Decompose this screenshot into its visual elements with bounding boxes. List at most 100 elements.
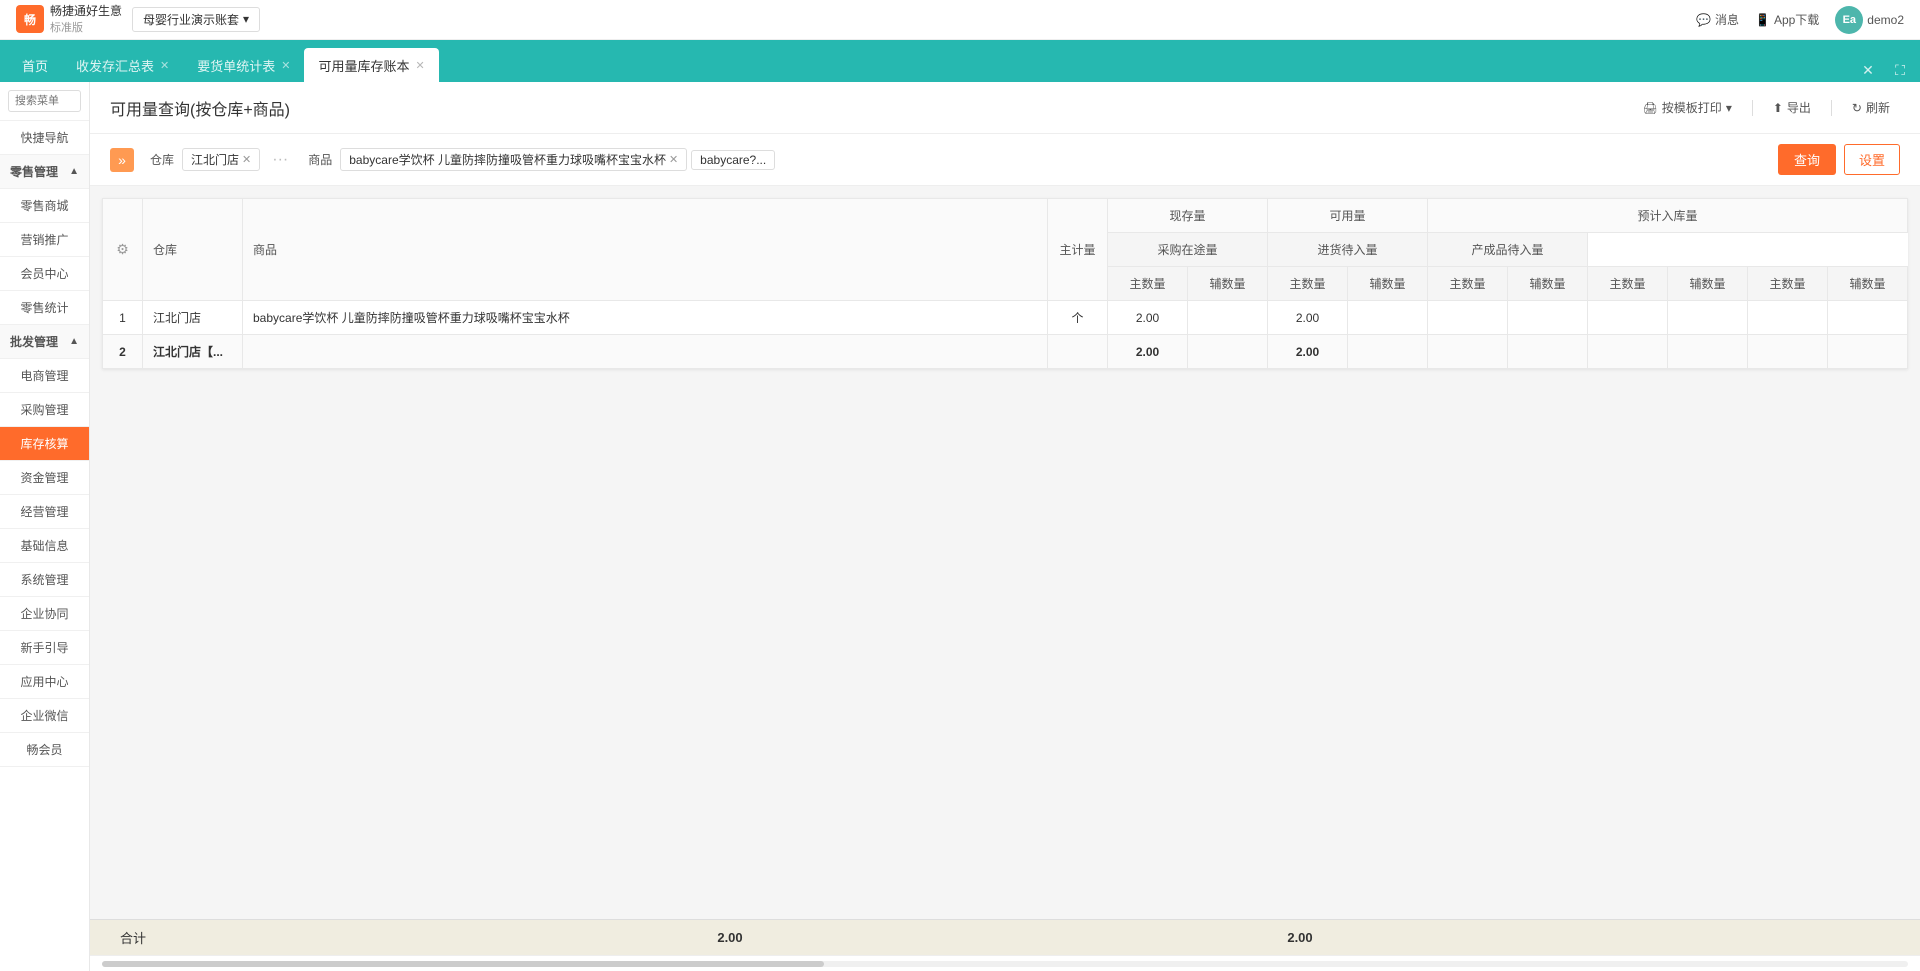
footer-stock-aux: [1180, 930, 1260, 945]
industry-label: 母婴行业演示账套: [143, 11, 239, 28]
th-pur-main: 主数量: [1428, 267, 1508, 301]
top-header: 畅 畅捷通好生意 标准版 母婴行业演示账套 ▾ 💬 消息 📱 App下载 Ea …: [0, 0, 1920, 40]
sidebar-item-quick-nav[interactable]: 快捷导航: [0, 121, 89, 155]
cell-avail-aux: [1348, 335, 1428, 369]
cell-warehouse: 江北门店【...: [143, 335, 243, 369]
product-label: 商品: [308, 151, 332, 168]
sidebar-item-member[interactable]: 畅会员: [0, 733, 89, 767]
tab-close-shoufacun[interactable]: ✕: [160, 59, 169, 72]
message-icon: 💬: [1696, 13, 1711, 27]
sidebar-item-retail-mall[interactable]: 零售商城: [0, 189, 89, 223]
footer-label: 合计: [110, 928, 280, 947]
chevron-up-icon: ▲: [69, 166, 79, 177]
warehouse-tag-jiangbei[interactable]: 江北门店 ✕: [182, 148, 260, 171]
th-settings: ⚙: [103, 199, 143, 301]
content-area: 可用量查询(按仓库+商品) 🖨 按模板打印 ▾ ⬆ 导出 ↻ 刷新: [90, 82, 1920, 971]
printer-icon: 🖨: [1643, 101, 1658, 115]
refresh-icon: ↻: [1852, 101, 1862, 115]
export-button[interactable]: ⬆ 导出: [1763, 94, 1821, 121]
tab-home[interactable]: 首页: [8, 48, 62, 82]
scroll-bar-row: [90, 955, 1920, 971]
footer-pur-aux: [1500, 930, 1580, 945]
product-tags: babycare学饮杯 儿童防摔防撞吸管杯重力球吸嘴杯宝宝水杯 ✕ babyca…: [340, 148, 775, 171]
sidebar-item-operations[interactable]: 经营管理: [0, 495, 89, 529]
export-icon: ⬆: [1773, 101, 1783, 115]
sidebar-item-newuser[interactable]: 新手引导: [0, 631, 89, 665]
cell-stock-aux: [1188, 335, 1268, 369]
sidebar-item-finance[interactable]: 资金管理: [0, 461, 89, 495]
nav-tabs: 首页 收发存汇总表 ✕ 要货单统计表 ✕ 可用量库存账本 ✕ ✕ ⛶: [0, 40, 1920, 82]
cell-stock-main: 2.00: [1108, 301, 1188, 335]
footer-fin-aux: [1820, 930, 1900, 945]
brand-subtitle: 标准版: [50, 19, 122, 35]
sidebar-section-retail[interactable]: 零售管理 ▲: [0, 155, 89, 189]
refresh-button[interactable]: ↻ 刷新: [1842, 94, 1900, 121]
remove-product-tag-1[interactable]: ✕: [669, 153, 678, 166]
cell-avail-main: 2.00: [1268, 335, 1348, 369]
divider-2: [1831, 100, 1832, 116]
sidebar-section-wholesale[interactable]: 批发管理 ▲: [0, 325, 89, 359]
tab-shoufacun[interactable]: 收发存汇总表 ✕: [62, 48, 183, 82]
page-header: 可用量查询(按仓库+商品) 🖨 按模板打印 ▾ ⬆ 导出 ↻ 刷新: [90, 82, 1920, 134]
cell-avail-main: 2.00: [1268, 301, 1348, 335]
th-incoming: 预计入库量: [1428, 199, 1908, 233]
th-stock-aux: 辅数量: [1188, 267, 1268, 301]
warehouse-filter: 仓库 江北门店 ✕ ···: [150, 148, 292, 171]
sidebar-search-input[interactable]: [8, 90, 81, 112]
sidebar-item-inventory[interactable]: 库存核算: [0, 427, 89, 461]
cell-fin-main: [1748, 335, 1828, 369]
product-tag-babycare[interactable]: babycare学饮杯 儿童防摔防撞吸管杯重力球吸嘴杯宝宝水杯 ✕: [340, 148, 687, 171]
cell-pur-main: [1428, 335, 1508, 369]
dropdown-icon: ▾: [243, 12, 249, 26]
settings-icon[interactable]: ⚙: [116, 241, 129, 257]
message-button[interactable]: 💬 消息: [1696, 11, 1739, 28]
sidebar-item-member-center[interactable]: 会员中心: [0, 257, 89, 291]
scroll-track[interactable]: [102, 961, 1908, 967]
close-nav-button[interactable]: ✕: [1856, 58, 1880, 82]
print-button[interactable]: 🖨 按模板打印 ▾: [1633, 94, 1742, 121]
filter-expand-button[interactable]: »: [110, 148, 134, 172]
sidebar-item-wechat[interactable]: 企业微信: [0, 699, 89, 733]
industry-selector[interactable]: 母婴行业演示账套 ▾: [132, 7, 260, 32]
header-left: 畅 畅捷通好生意 标准版 母婴行业演示账套 ▾: [16, 4, 260, 34]
cell-product: babycare学饮杯 儿童防摔防撞吸管杯重力球吸嘴杯宝宝水杯: [243, 301, 1048, 335]
data-table: ⚙ 仓库 商品 主计量 现存量 可用量 预计入库量 采购在途量 进货待入量 产成…: [102, 198, 1908, 369]
sidebar-item-retail-stats[interactable]: 零售统计: [0, 291, 89, 325]
app-download-button[interactable]: 📱 App下载: [1755, 11, 1819, 28]
table-section: ⚙ 仓库 商品 主计量 现存量 可用量 预计入库量 采购在途量 进货待入量 产成…: [90, 186, 1920, 919]
sidebar-item-system[interactable]: 系统管理: [0, 563, 89, 597]
th-inc-aux: 辅数量: [1668, 267, 1748, 301]
sidebar-item-enterprise[interactable]: 企业协同: [0, 597, 89, 631]
sidebar-item-basics[interactable]: 基础信息: [0, 529, 89, 563]
th-stock-main: 主数量: [1108, 267, 1188, 301]
th-available: 可用量: [1268, 199, 1428, 233]
chevron-up-icon-2: ▲: [69, 336, 79, 347]
cell-unit: 个: [1048, 301, 1108, 335]
th-stock: 现存量: [1108, 199, 1268, 233]
tab-close-yaohuo[interactable]: ✕: [281, 59, 290, 72]
nav-right-buttons: ✕ ⛶: [1856, 58, 1912, 82]
cell-no: 2: [103, 335, 143, 369]
header-right: 💬 消息 📱 App下载 Ea demo2: [1696, 6, 1904, 34]
sidebar-item-ecommerce[interactable]: 电商管理: [0, 359, 89, 393]
warehouse-more[interactable]: ···: [268, 151, 292, 169]
sidebar-item-marketing[interactable]: 营销推广: [0, 223, 89, 257]
cell-unit: [1048, 335, 1108, 369]
query-button[interactable]: 查询: [1778, 144, 1836, 175]
cell-warehouse: 江北门店: [143, 301, 243, 335]
cell-inc-main: [1588, 301, 1668, 335]
scroll-thumb[interactable]: [102, 961, 824, 967]
product-tag-babycare2[interactable]: babycare?...: [691, 150, 775, 170]
cell-stock-aux: [1188, 301, 1268, 335]
sidebar-item-purchase[interactable]: 采购管理: [0, 393, 89, 427]
tab-keyongliang[interactable]: 可用量库存账本 ✕: [304, 48, 438, 82]
remove-warehouse-tag[interactable]: ✕: [242, 153, 251, 166]
settings-button[interactable]: 设置: [1844, 144, 1900, 175]
tab-close-keyongliang[interactable]: ✕: [416, 59, 425, 72]
sidebar-item-appcenter[interactable]: 应用中心: [0, 665, 89, 699]
footer-pur-main: [1420, 930, 1500, 945]
user-menu[interactable]: Ea demo2: [1835, 6, 1904, 34]
th-goods-waiting: 进货待入量: [1268, 233, 1428, 267]
tab-yaohuo[interactable]: 要货单统计表 ✕: [183, 48, 304, 82]
fullscreen-button[interactable]: ⛶: [1888, 58, 1912, 82]
